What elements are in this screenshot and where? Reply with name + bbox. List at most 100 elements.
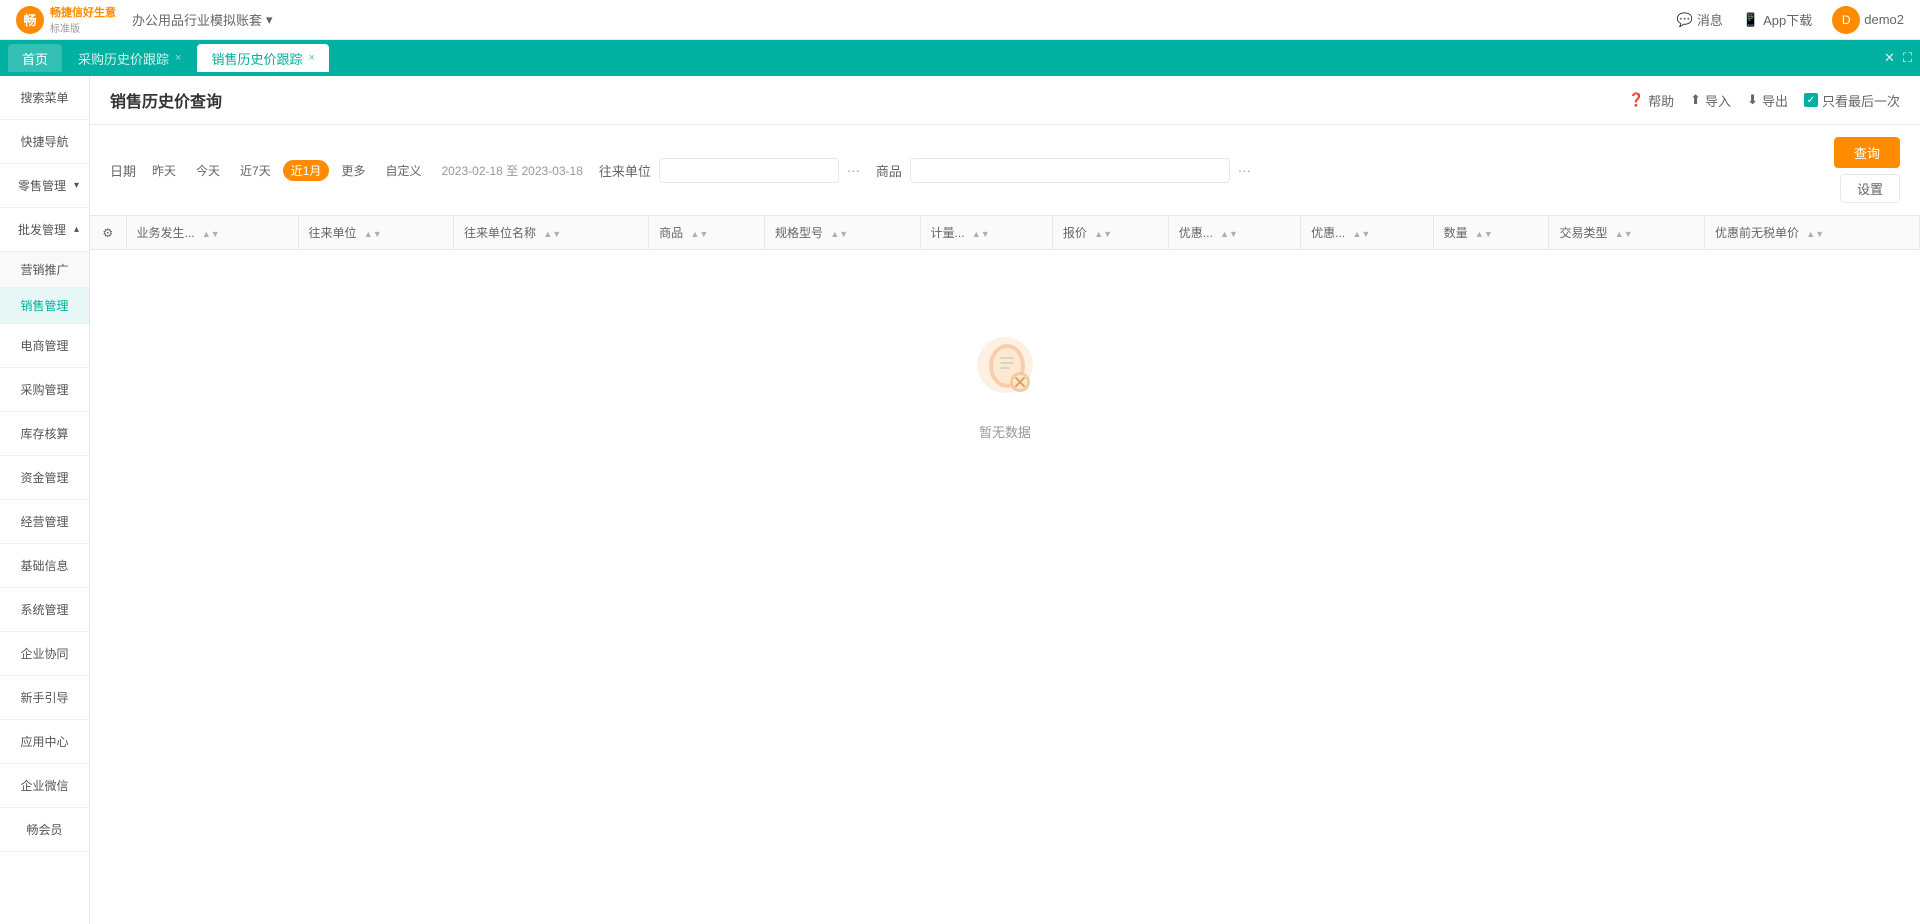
date-btn-custom[interactable]: 自定义 <box>377 160 429 181</box>
date-filter-group: 日期 昨天 今天 近7天 近1月 更多 自定义 2023-02-18 至 202… <box>110 160 583 181</box>
sort-icon-biz-date: ▲▼ <box>202 230 220 239</box>
sidebar-item-basic-info[interactable]: 基础信息 <box>0 544 89 588</box>
filter-area: 日期 昨天 今天 近7天 近1月 更多 自定义 2023-02-18 至 202… <box>90 125 1920 216</box>
th-partner-code[interactable]: 往来单位 ▲▼ <box>298 216 454 250</box>
sort-icon-discount1: ▲▼ <box>1220 230 1238 239</box>
th-biz-date[interactable]: 业务发生... ▲▼ <box>126 216 298 250</box>
data-table: ⚙ 业务发生... ▲▼ 往来单位 ▲▼ 往来单位名称 ▲▼ <box>90 216 1920 250</box>
th-discount1[interactable]: 优惠... ▲▼ <box>1168 216 1300 250</box>
empty-icon <box>965 330 1045 410</box>
quick-nav-label: 快捷导航 <box>20 133 68 150</box>
sidebar-item-retail-mgmt[interactable]: 零售管理 ▾ <box>0 164 89 208</box>
gear-icon: ⚙ <box>102 226 113 240</box>
sidebar-item-app-center[interactable]: 应用中心 <box>0 720 89 764</box>
date-btn-yesterday[interactable]: 昨天 <box>144 160 184 181</box>
tab-sales-history[interactable]: 销售历史价跟踪 × <box>197 44 328 72</box>
main-layout: 搜索菜单 快捷导航 零售管理 ▾ 批发管理 ▴ 营销推广 销售管理 电商管理 采… <box>0 76 1920 924</box>
tab-fullscreen-icon[interactable]: ⛶ <box>1903 50 1912 66</box>
svg-text:畅: 畅 <box>23 13 36 28</box>
wholesale-expand-icon: ▴ <box>74 224 79 235</box>
sidebar-item-operation[interactable]: 经营管理 <box>0 500 89 544</box>
th-quote[interactable]: 报价 ▲▼ <box>1052 216 1168 250</box>
import-btn[interactable]: ⬆ 导入 <box>1690 91 1731 110</box>
sort-icon-trade-type: ▲▼ <box>1615 230 1633 239</box>
tab-purchase-close[interactable]: × <box>175 52 181 64</box>
empty-state: 暂无数据 <box>90 250 1920 521</box>
date-btn-more[interactable]: 更多 <box>333 160 373 181</box>
th-partner-name[interactable]: 往来单位名称 ▲▼ <box>454 216 649 250</box>
tab-purchase-history[interactable]: 采购历史价跟踪 × <box>64 44 195 72</box>
sort-icon-partner-code: ▲▼ <box>364 230 382 239</box>
sort-icon-unit: ▲▼ <box>972 230 990 239</box>
tab-sales-close[interactable]: × <box>308 52 314 64</box>
th-qty[interactable]: 数量 ▲▼ <box>1433 216 1549 250</box>
th-trade-type[interactable]: 交易类型 ▲▼ <box>1549 216 1705 250</box>
sidebar-item-sales-mgmt[interactable]: 销售管理 <box>0 288 89 324</box>
dropdown-icon: ▾ <box>266 12 273 28</box>
goods-filter-group: 商品 ··· <box>876 158 1251 183</box>
tab-actions: ✕ ⛶ <box>1884 50 1912 66</box>
message-btn[interactable]: 💬 消息 <box>1677 10 1723 29</box>
goods-label: 商品 <box>876 161 902 180</box>
th-pretax-price[interactable]: 优惠前无税单价 ▲▼ <box>1704 216 1919 250</box>
date-btn-last7[interactable]: 近7天 <box>232 160 279 181</box>
sidebar-item-new-guide[interactable]: 新手引导 <box>0 676 89 720</box>
sidebar-item-quick-nav[interactable]: 快捷导航 <box>0 120 89 164</box>
message-icon: 💬 <box>1677 12 1693 28</box>
avatar: D <box>1832 6 1860 34</box>
tab-sales-label: 销售历史价跟踪 <box>211 49 302 68</box>
page-actions: ❓ 帮助 ⬆ 导入 ⬇ 导出 ✓ 只看最后一次 <box>1628 91 1900 110</box>
only-last-checkbox[interactable]: ✓ 只看最后一次 <box>1804 91 1900 110</box>
sidebar-item-inventory[interactable]: 库存核算 <box>0 412 89 456</box>
sidebar-item-member[interactable]: 畅会员 <box>0 808 89 852</box>
date-btn-last1m[interactable]: 近1月 <box>283 160 330 181</box>
sidebar-item-purchase[interactable]: 采购管理 <box>0 368 89 412</box>
sidebar-item-enterprise-wechat[interactable]: 企业微信 <box>0 764 89 808</box>
export-icon: ⬇ <box>1747 92 1758 108</box>
partner-dots[interactable]: ··· <box>847 163 860 178</box>
content-area: 销售历史价查询 ❓ 帮助 ⬆ 导入 ⬇ 导出 ✓ <box>90 76 1920 924</box>
sidebar: 搜索菜单 快捷导航 零售管理 ▾ 批发管理 ▴ 营销推广 销售管理 电商管理 采… <box>0 76 90 924</box>
finance-label: 资金管理 <box>20 469 68 486</box>
purchase-label: 采购管理 <box>20 381 68 398</box>
tab-bar: 首页 采购历史价跟踪 × 销售历史价跟踪 × ✕ ⛶ <box>0 40 1920 76</box>
th-spec[interactable]: 规格型号 ▲▼ <box>765 216 921 250</box>
tab-purchase-label: 采购历史价跟踪 <box>78 49 169 68</box>
th-unit[interactable]: 计量... ▲▼ <box>920 216 1052 250</box>
tab-home[interactable]: 首页 <box>8 44 62 72</box>
th-settings[interactable]: ⚙ <box>90 216 126 250</box>
tab-close-all-icon[interactable]: ✕ <box>1884 50 1895 66</box>
logo-area: 畅 畅捷信好生意 标准版 <box>16 4 116 35</box>
query-settings-area: 查询 设置 <box>1834 137 1900 203</box>
date-range-text: 2023-02-18 至 2023-03-18 <box>441 162 582 179</box>
sidebar-item-enterprise-collab[interactable]: 企业协同 <box>0 632 89 676</box>
retail-expand-icon: ▾ <box>74 180 79 191</box>
app-selector[interactable]: 办公用品行业模拟账套 ▾ <box>124 6 281 33</box>
help-btn[interactable]: ❓ 帮助 <box>1628 91 1674 110</box>
checkbox-icon: ✓ <box>1804 93 1818 107</box>
sidebar-item-system-mgmt[interactable]: 系统管理 <box>0 588 89 632</box>
sidebar-item-finance[interactable]: 资金管理 <box>0 456 89 500</box>
export-btn[interactable]: ⬇ 导出 <box>1747 91 1788 110</box>
date-btn-today[interactable]: 今天 <box>188 160 228 181</box>
settings-button[interactable]: 设置 <box>1840 174 1900 203</box>
th-goods[interactable]: 商品 ▲▼ <box>649 216 765 250</box>
app-download-btn[interactable]: 📱 App下载 <box>1743 10 1812 29</box>
ecommerce-label: 电商管理 <box>20 337 68 354</box>
date-label: 日期 <box>110 161 136 180</box>
th-discount2[interactable]: 优惠... ▲▼ <box>1301 216 1433 250</box>
goods-input[interactable] <box>910 158 1230 183</box>
phone-icon: 📱 <box>1743 12 1759 28</box>
sidebar-item-wholesale-mgmt[interactable]: 批发管理 ▴ <box>0 208 89 252</box>
enterprise-wechat-label: 企业微信 <box>20 777 68 794</box>
partner-input[interactable] <box>659 158 839 183</box>
system-mgmt-label: 系统管理 <box>20 601 68 618</box>
sidebar-item-marketing[interactable]: 营销推广 <box>0 252 89 288</box>
sidebar-item-search-menu[interactable]: 搜索菜单 <box>0 76 89 120</box>
logo-icon: 畅 <box>16 6 44 34</box>
goods-dots[interactable]: ··· <box>1238 163 1251 178</box>
top-header: 畅 畅捷信好生意 标准版 办公用品行业模拟账套 ▾ 💬 消息 📱 App下载 D… <box>0 0 1920 40</box>
query-button[interactable]: 查询 <box>1834 137 1900 168</box>
user-menu[interactable]: D demo2 <box>1832 6 1904 34</box>
sidebar-item-ecommerce[interactable]: 电商管理 <box>0 324 89 368</box>
